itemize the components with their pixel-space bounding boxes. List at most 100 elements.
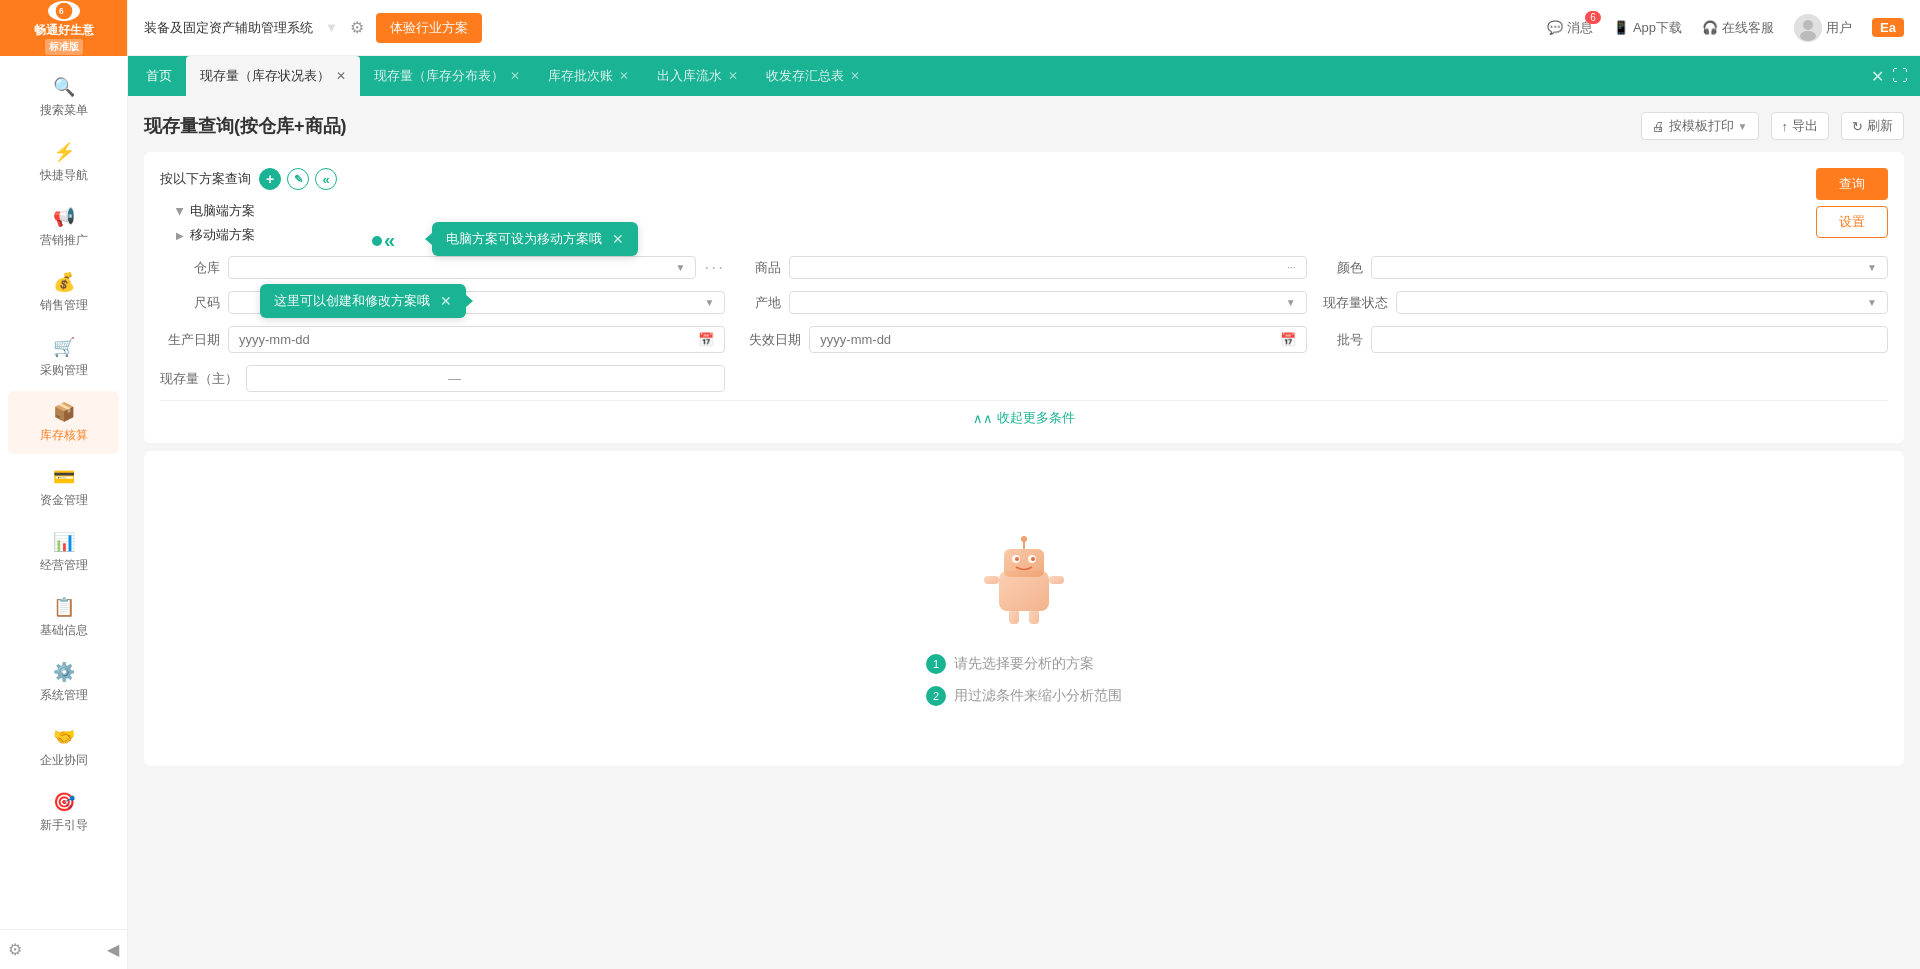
stock-qty-min[interactable]: [257, 371, 440, 386]
stock-status-arrow: ▼: [1867, 297, 1877, 308]
tab-inventory-status[interactable]: 现存量（库存状况表） ✕: [186, 56, 360, 96]
svg-point-0: [55, 2, 72, 19]
prod-date-input[interactable]: 📅: [228, 326, 725, 353]
exp-date-input[interactable]: 📅: [809, 326, 1306, 353]
sidebar-item-sales[interactable]: 💰 销售管理: [8, 261, 119, 324]
collapse-btn[interactable]: ∧∧ 收起更多条件: [160, 400, 1888, 427]
finance-icon: 💳: [53, 466, 75, 488]
pc-scheme-label: 电脑端方案: [190, 202, 255, 220]
query-btn[interactable]: 查询: [1816, 168, 1888, 200]
exp-date-label: 失效日期: [741, 331, 801, 349]
prod-date-field[interactable]: [239, 332, 698, 347]
tab-label: 库存批次账: [548, 67, 613, 85]
trial-btn[interactable]: 体验行业方案: [376, 13, 482, 43]
tooltip-1: 电脑方案可设为移动方案哦 ✕: [432, 222, 638, 256]
back-btn[interactable]: «: [315, 168, 337, 190]
add-scheme-btn[interactable]: +: [259, 168, 281, 190]
empty-step-1: 1 请先选择要分析的方案: [926, 654, 1122, 674]
warehouse-select[interactable]: ▼: [228, 256, 696, 279]
collapse-sidebar-btn[interactable]: ◀: [107, 940, 119, 959]
collapse-label: 收起更多条件: [997, 409, 1075, 427]
stock-qty-label: 现存量（主）: [160, 370, 238, 388]
print-action[interactable]: 🖨 按模板打印 ▼: [1641, 112, 1759, 140]
reset-btn[interactable]: 设置: [1816, 206, 1888, 238]
support-icon: 🎧: [1702, 20, 1718, 35]
basic-icon: 📋: [53, 596, 75, 618]
sidebar-item-inventory[interactable]: 📦 库存核算: [8, 391, 119, 454]
sidebar-item-search[interactable]: 🔍 搜索菜单: [8, 66, 119, 129]
tab-home[interactable]: 首页: [132, 56, 186, 96]
batch-label: 批号: [1323, 331, 1363, 349]
exp-date-field[interactable]: [820, 332, 1279, 347]
filter-action-btns: + ✎ «: [259, 168, 337, 190]
sidebar-item-finance[interactable]: 💳 资金管理: [8, 456, 119, 519]
filter-warehouse: 仓库 ▼ ···: [160, 256, 725, 279]
page-actions: 🖨 按模板打印 ▼ ↑ 导出 ↻ 刷新: [1641, 112, 1904, 140]
product-select[interactable]: ···: [789, 256, 1306, 279]
sidebar-item-quicknav[interactable]: ⚡ 快捷导航: [8, 131, 119, 194]
sidebar-item-label: 营销推广: [40, 232, 88, 249]
refresh-label: 刷新: [1867, 117, 1893, 135]
svg-rect-6: [1004, 549, 1044, 577]
svg-point-4: [1800, 31, 1816, 41]
refresh-action[interactable]: ↻ 刷新: [1841, 112, 1904, 140]
origin-label: 产地: [741, 294, 781, 312]
online-support-btn[interactable]: 🎧 在线客服: [1702, 19, 1774, 37]
guide-icon: 🎯: [53, 791, 75, 813]
tab-batch[interactable]: 库存批次账 ✕: [534, 56, 643, 96]
color-select[interactable]: ▼: [1371, 256, 1888, 279]
online-support-label: 在线客服: [1722, 19, 1774, 37]
sidebar-item-basic[interactable]: 📋 基础信息: [8, 586, 119, 649]
warehouse-label: 仓库: [160, 259, 220, 277]
size-arrow: ▼: [704, 297, 714, 308]
range-sep: —: [448, 371, 461, 386]
tooltip-1-close[interactable]: ✕: [612, 231, 624, 247]
sidebar-item-collab[interactable]: 🤝 企业协同: [8, 716, 119, 779]
export-action[interactable]: ↑ 导出: [1771, 112, 1830, 140]
settings-btn[interactable]: ⚙: [8, 940, 22, 959]
empty-state: 1 请先选择要分析的方案 2 用过滤条件来缩小分析范围: [144, 451, 1904, 766]
app-name: 畅通好生意: [34, 23, 94, 37]
message-btn[interactable]: 💬 消息 6: [1547, 19, 1593, 37]
sidebar-item-label: 经营管理: [40, 557, 88, 574]
tooltip-2-text: 这里可以创建和修改方案哦: [274, 292, 430, 310]
origin-arrow: ▼: [1286, 297, 1296, 308]
tab-inventory-dist[interactable]: 现存量（库存分布表） ✕: [360, 56, 534, 96]
warehouse-more[interactable]: ···: [704, 257, 725, 278]
sidebar-item-management[interactable]: 📊 经营管理: [8, 521, 119, 584]
header-settings-icon[interactable]: ⚙: [350, 18, 364, 37]
tooltip-1-arrow: [425, 233, 432, 245]
fullscreen-btn[interactable]: ⛶: [1892, 67, 1908, 85]
tab-close-icon[interactable]: ✕: [619, 69, 629, 83]
batch-input[interactable]: [1371, 326, 1888, 353]
tooltip-2-close[interactable]: ✕: [440, 293, 452, 309]
tab-close-icon[interactable]: ✕: [850, 69, 860, 83]
app-download-label: App下载: [1633, 19, 1682, 37]
tab-close-icon[interactable]: ✕: [510, 69, 520, 83]
step-1-num: 1: [926, 654, 946, 674]
inventory-icon: 📦: [53, 401, 75, 423]
sidebar-item-purchase[interactable]: 🛒 采购管理: [8, 326, 119, 389]
tab-close-icon[interactable]: ✕: [336, 69, 346, 83]
color-label: 颜色: [1323, 259, 1363, 277]
tab-summary[interactable]: 收发存汇总表 ✕: [752, 56, 874, 96]
message-badge: 6: [1585, 11, 1601, 24]
sidebar-item-system[interactable]: ⚙️ 系统管理: [8, 651, 119, 714]
tab-close-icon[interactable]: ✕: [728, 69, 738, 83]
sidebar-item-label: 系统管理: [40, 687, 88, 704]
user-profile-btn[interactable]: 用户: [1794, 14, 1852, 42]
pc-scheme-item[interactable]: ▶ 电脑端方案: [176, 202, 1888, 220]
pc-scheme-arrow: ▶: [175, 207, 186, 215]
tab-flow[interactable]: 出入库流水 ✕: [643, 56, 752, 96]
origin-select[interactable]: ▼: [789, 291, 1306, 314]
app-download-btn[interactable]: 📱 App下载: [1613, 19, 1682, 37]
stock-qty-max[interactable]: [469, 371, 652, 386]
main-content: 现存量查询(按仓库+商品) 🖨 按模板打印 ▼ ↑ 导出 ↻ 刷新 按以下方案查…: [128, 96, 1920, 969]
sidebar-item-guide[interactable]: 🎯 新手引导: [8, 781, 119, 844]
svg-text:6: 6: [59, 6, 64, 16]
close-all-btn[interactable]: ✕: [1871, 67, 1884, 86]
stock-qty-range[interactable]: —: [246, 365, 725, 392]
stock-status-select[interactable]: ▼: [1396, 291, 1888, 314]
edit-scheme-btn[interactable]: ✎: [287, 168, 309, 190]
sidebar-item-marketing[interactable]: 📢 营销推广: [8, 196, 119, 259]
